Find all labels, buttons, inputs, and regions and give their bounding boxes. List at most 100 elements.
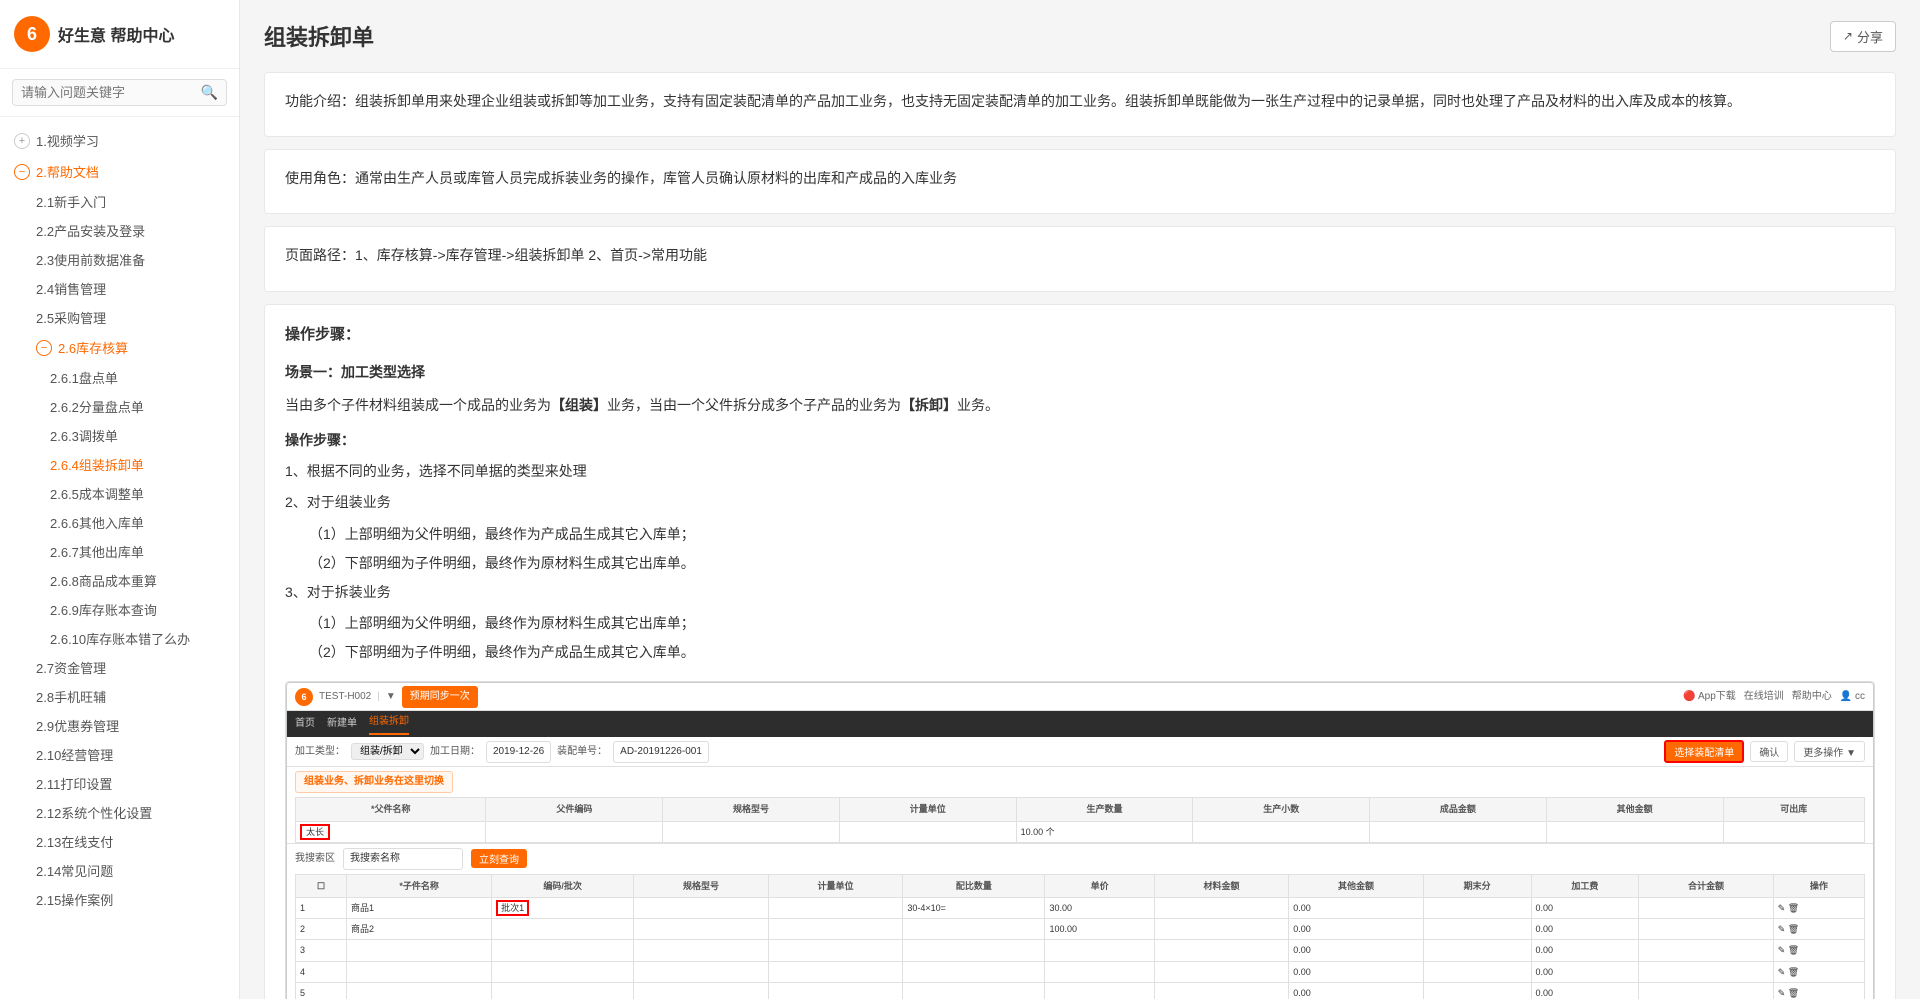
- sim-company: TEST-H002: [319, 688, 371, 706]
- search-wrapper: 🔍: [12, 79, 227, 106]
- sim-lcol-child-name: *子件名称: [347, 874, 492, 897]
- sim-lcol-check: ☐: [296, 874, 347, 897]
- sim-cell-decimal: [1193, 821, 1370, 842]
- sim-cell-qty: 10.00 个: [1016, 821, 1193, 842]
- sidebar-item-2-13[interactable]: 2.13在线支付: [0, 827, 239, 856]
- logo-text: 好生意 帮助中心: [58, 22, 174, 46]
- sidebar-item-2-6-9[interactable]: 2.6.9库存账本查询: [0, 595, 239, 624]
- sim-cell-unit: [839, 821, 1016, 842]
- sim-no-field[interactable]: AD-20191226-001: [613, 741, 709, 763]
- sidebar-item-2-1[interactable]: 2.1新手入门: [0, 187, 239, 216]
- sidebar-item-2-4[interactable]: 2.4销售管理: [0, 274, 239, 303]
- sim-topbar-right: 🔴 App下载 在线培训 帮助中心 👤 cc: [1683, 688, 1865, 706]
- sim-nav-home[interactable]: 首页: [295, 715, 315, 733]
- sim-lower-section: 我搜索区 我搜索名称 立刻查询 ☐ *子件名称 编码/批次 规格型号 计量单位: [287, 843, 1873, 999]
- sim-start-btn[interactable]: 立刻查询: [471, 849, 527, 868]
- sidebar-item-2-3[interactable]: 2.3使用前数据准备: [0, 245, 239, 274]
- sim-lrow2-op[interactable]: ✎ 🗑: [1773, 919, 1864, 940]
- sim-lrow1-period: [1423, 898, 1531, 919]
- sim-date-label: 加工日期：: [430, 743, 480, 761]
- sim-no-label: 装配单号：: [557, 743, 607, 761]
- table-row: 30.000.00✎ 🗑: [296, 940, 1865, 961]
- sim-lrow2-price: 100.00: [1045, 919, 1154, 940]
- intro-text: 功能介绍：组装拆卸单用来处理企业组装或拆卸等加工业务，支持有固定装配清单的产品加…: [285, 89, 1875, 114]
- step-3-1: （1）上部明细为父件明细，最终作为原材料生成其它出库单；: [309, 611, 1875, 636]
- sim-type-select[interactable]: 组装/拆卸: [351, 743, 424, 760]
- step-2-1: （1）上部明细为父件明细，最终作为产成品生成其它入库单；: [309, 522, 1875, 547]
- sim-lrow1-other: 0.00: [1289, 898, 1424, 919]
- sim-lcol-op: 操作: [1773, 874, 1864, 897]
- sidebar-item-2-8[interactable]: 2.8手机旺辅: [0, 682, 239, 711]
- sim-lrow1-highlight: 批次1: [496, 900, 529, 916]
- table-row: 1 商品1 批次1 30-4×10= 30.00 0.00 0.00: [296, 898, 1865, 919]
- sim-lcol-total: 合计金额: [1639, 874, 1774, 897]
- sidebar-item-2-7[interactable]: 2.7资金管理: [0, 653, 239, 682]
- sim-cell-avail: [1723, 821, 1865, 842]
- sim-nav-assembly[interactable]: 组装拆卸: [369, 713, 409, 735]
- nav-tree: + 1.视频学习 − 2.帮助文档 2.1新手入门 2.2产品安装及登录 2.3…: [0, 117, 239, 999]
- sidebar-item-2-15[interactable]: 2.15操作案例: [0, 885, 239, 914]
- sim-lrow1-ratio: 30-4×10=: [903, 898, 1045, 919]
- sim-app-dl: 🔴 App下载: [1683, 688, 1735, 706]
- sim-divider: |: [377, 688, 380, 706]
- sidebar-item-2-10[interactable]: 2.10经营管理: [0, 740, 239, 769]
- sim-lcol-price: 单价: [1045, 874, 1154, 897]
- sim-lrow2-process: 0.00: [1531, 919, 1639, 940]
- sim-lcol-unit: 计量单位: [768, 874, 903, 897]
- sim-nav-new[interactable]: 新建单: [327, 715, 357, 733]
- screenshot-container: 6 TEST-H002 | ▼ 预期同步一次 🔴 App下载 在线培训 帮助中心…: [285, 681, 1875, 999]
- sidebar-item-2-6-8[interactable]: 2.6.8商品成本重算: [0, 566, 239, 595]
- steps-subtitle: 操作步骤：: [285, 428, 1875, 453]
- sim-confirm-btn[interactable]: 确认: [1750, 741, 1788, 762]
- sidebar-item-2-5[interactable]: 2.5采购管理: [0, 303, 239, 332]
- search-input[interactable]: [21, 85, 201, 100]
- sidebar-item-2-6-3[interactable]: 2.6.3调拨单: [0, 421, 239, 450]
- sim-lcol-material: 材料金额: [1154, 874, 1289, 897]
- sim-lrow2-period: [1423, 919, 1531, 940]
- sidebar-item-2[interactable]: − 2.帮助文档: [0, 156, 239, 187]
- sidebar-item-2-9[interactable]: 2.9优惠券管理: [0, 711, 239, 740]
- step-2-2: （2）下部明细为子件明细，最终作为原材料生成其它出库单。: [309, 551, 1875, 576]
- sidebar-item-1[interactable]: + 1.视频学习: [0, 125, 239, 156]
- sidebar-item-2-2[interactable]: 2.2产品安装及登录: [0, 216, 239, 245]
- sim-lrow1-op[interactable]: ✎ 🗑: [1773, 898, 1864, 919]
- main-content: 组装拆卸单 ↗ 分享 功能介绍：组装拆卸单用来处理企业组装或拆卸等加工业务，支持…: [240, 0, 1920, 999]
- sim-col-spec: 规格型号: [663, 798, 840, 821]
- sim-lower-table: ☐ *子件名称 编码/批次 规格型号 计量单位 配比数量 单价 材料金额 其他金…: [295, 874, 1865, 999]
- sim-orange-btn[interactable]: 预期同步一次: [402, 686, 478, 708]
- page-header: 组装拆卸单 ↗ 分享: [264, 20, 1896, 52]
- path-card: 页面路径：1、库存核算->库存管理->组装拆卸单 2、首页->常用功能: [264, 226, 1896, 291]
- sidebar-item-2-14[interactable]: 2.14常见问题: [0, 856, 239, 885]
- sim-col-prod-qty: 生产数量: [1016, 798, 1193, 821]
- sidebar-item-2-11[interactable]: 2.11打印设置: [0, 769, 239, 798]
- sim-lrow1-unit: [768, 898, 903, 919]
- share-button[interactable]: ↗ 分享: [1830, 21, 1896, 52]
- table-row: 太长 10.00 个: [296, 821, 1865, 842]
- sidebar-item-2-6-6[interactable]: 2.6.6其他入库单: [0, 508, 239, 537]
- sidebar-item-2-6-10[interactable]: 2.6.10库存账本错了么办: [0, 624, 239, 653]
- sidebar-item-2-12[interactable]: 2.12系统个性化设置: [0, 798, 239, 827]
- logo-icon: 6: [14, 16, 50, 52]
- sidebar-item-2-6-1[interactable]: 2.6.1盘点单: [0, 363, 239, 392]
- sim-lrow1-price: 30.00: [1045, 898, 1154, 919]
- step-3-2: （2）下部明细为子件明细，最终作为产成品生成其它入库单。: [309, 640, 1875, 665]
- table-row: 40.000.00✎ 🗑: [296, 961, 1865, 982]
- sim-lrow1-process: 0.00: [1531, 898, 1639, 919]
- sim-select-bom-btn[interactable]: 选择装配清单: [1664, 740, 1744, 763]
- sim-lrow2-other: 0.00: [1289, 919, 1424, 940]
- sim-more-btn[interactable]: 更多操作 ▼: [1794, 741, 1865, 762]
- sidebar-item-2-6-7[interactable]: 2.6.7其他出库单: [0, 537, 239, 566]
- sim-cell-spec: [663, 821, 840, 842]
- sidebar-item-2-6-5[interactable]: 2.6.5成本调整单: [0, 479, 239, 508]
- sim-help: 帮助中心: [1792, 688, 1832, 706]
- sim-topbar: 6 TEST-H002 | ▼ 预期同步一次 🔴 App下载 在线培训 帮助中心…: [287, 683, 1873, 711]
- sim-lrow2-code: [492, 919, 634, 940]
- sidebar-item-2-6-4[interactable]: 2.6.4组装拆卸单: [0, 450, 239, 479]
- search-icon[interactable]: 🔍: [201, 84, 218, 101]
- sidebar-item-2-6[interactable]: − 2.6库存核算: [0, 332, 239, 363]
- sidebar-item-2-6-2[interactable]: 2.6.2分量盘点单: [0, 392, 239, 421]
- sim-date-field[interactable]: 2019-12-26: [486, 741, 551, 763]
- sim-search-field[interactable]: 我搜索名称: [343, 848, 463, 870]
- steps-card: 操作步骤： 场景一：加工类型选择 当由多个子件材料组装成一个成品的业务为【组装】…: [264, 304, 1896, 999]
- sim-topbar-left: 6 TEST-H002 | ▼ 预期同步一次: [295, 686, 478, 708]
